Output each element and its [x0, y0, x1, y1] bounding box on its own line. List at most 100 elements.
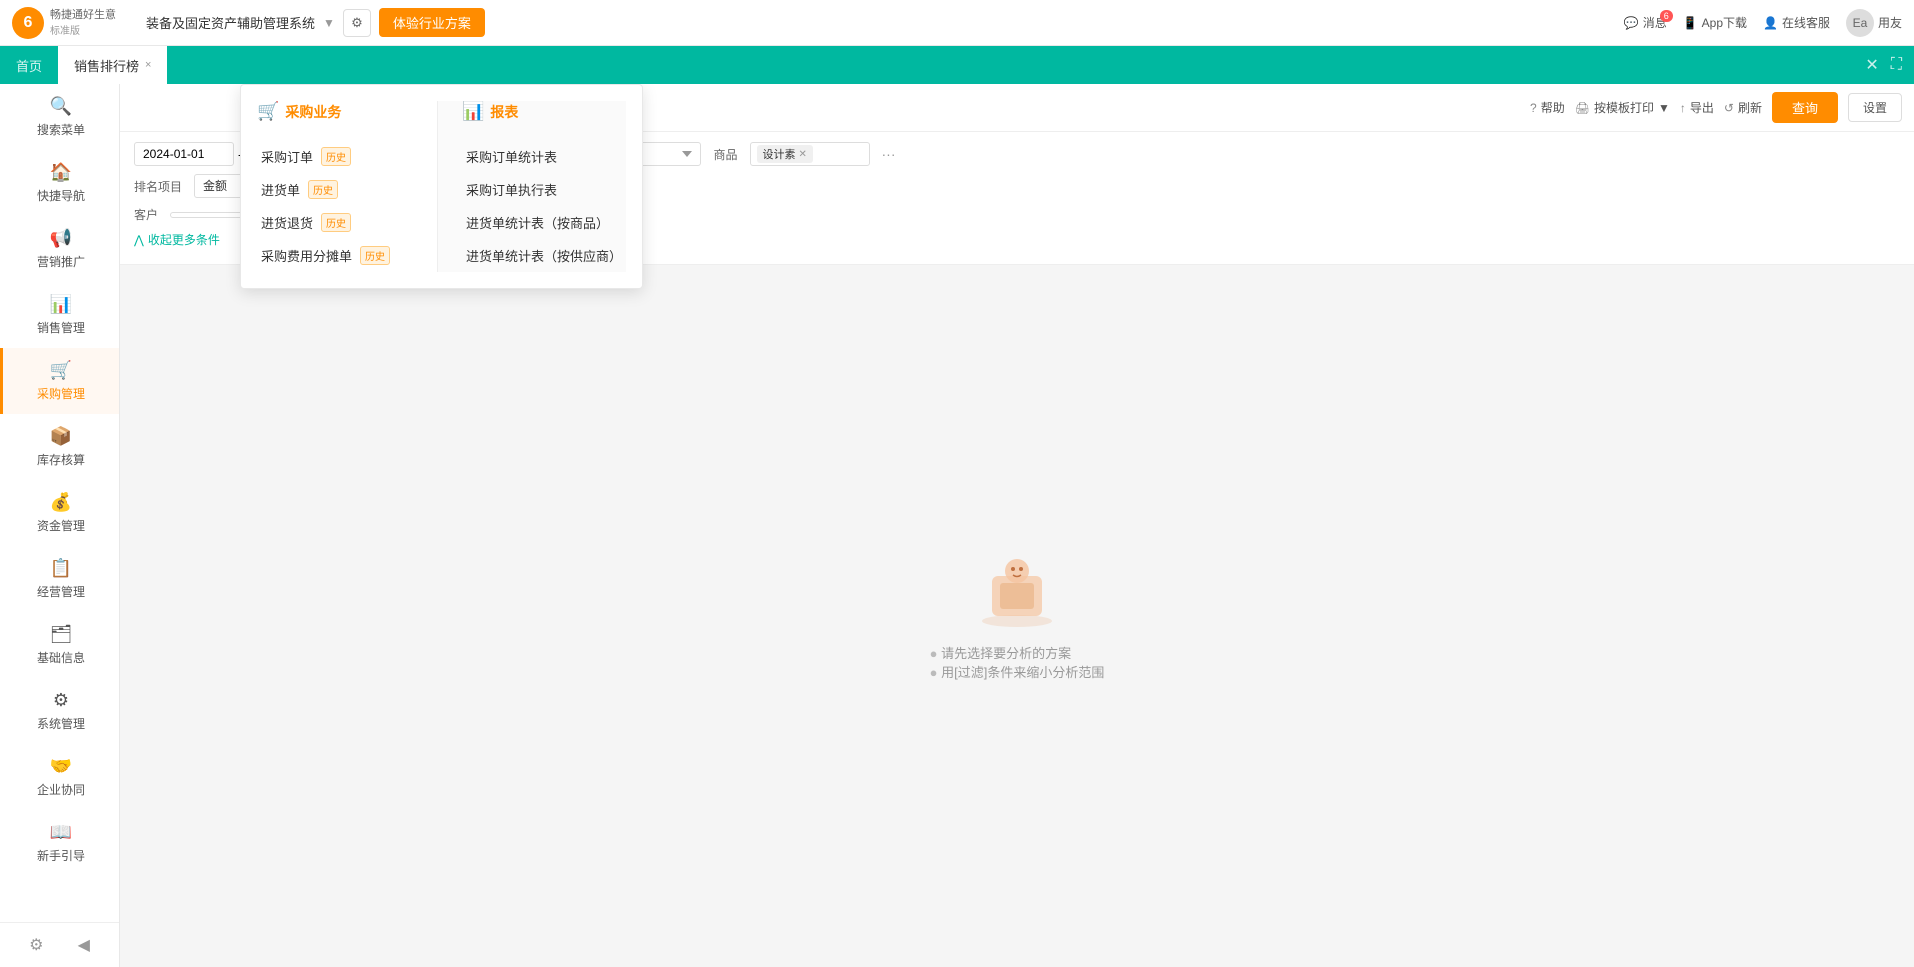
sidebar-icon-sales: 📊: [50, 294, 72, 315]
sidebar-item-guide[interactable]: 📖 新手引导: [0, 810, 119, 876]
sidebar-icon-operations: 📋: [50, 558, 72, 579]
report-item-1[interactable]: 采购订单执行表: [462, 173, 626, 206]
report-item-label-3: 进货单统计表（按供应商）: [466, 246, 622, 265]
industry-button[interactable]: 体验行业方案: [379, 8, 485, 37]
print-icon: 🖨: [1575, 101, 1590, 115]
goods-label: 商品: [713, 146, 737, 163]
tab-home[interactable]: 首页: [0, 46, 58, 84]
sidebar-settings-btn[interactable]: ⚙: [29, 935, 43, 955]
sidebar-label-inventory: 库存核算: [37, 451, 85, 468]
purchase-item-label-2: 进货退货: [261, 213, 313, 232]
main-content: ? 帮助 🖨 按模板打印 ▼ ↑ 导出 ↺ 刷新 查询 设置: [120, 84, 1914, 967]
layout: 🔍 搜索菜单 🏠快捷导航 📢 营销推广 📊 销售管理 🛒 采购管理 📦库存核算 💰 资金管理 📋经营管理…: [0, 84, 1914, 967]
nav-tabs: 首页 销售排行榜 × ✕ ⛶: [0, 46, 1914, 84]
sidebar-label-system: 系统管理: [37, 715, 85, 732]
refresh-icon: ↺: [1724, 101, 1734, 115]
settings-icon-btn[interactable]: ⚙: [343, 9, 371, 37]
message-btn[interactable]: 💬 消息 6: [1624, 14, 1667, 31]
print-btn[interactable]: 🖨 按模板打印 ▼: [1575, 99, 1670, 116]
purchase-item-0[interactable]: 采购订单历史: [257, 140, 397, 173]
sidebar-item-marketing[interactable]: 📢 营销推广: [0, 216, 119, 282]
sidebar-item-search[interactable]: 🔍 搜索菜单: [0, 84, 119, 150]
empty-tip-1: 请先选择要分析的方案: [930, 643, 1105, 662]
purchase-item-2[interactable]: 进货退货历史: [257, 206, 397, 239]
tab-close-all-icon[interactable]: ✕: [1865, 55, 1878, 75]
sidebar-label-finance: 资金管理: [37, 517, 85, 534]
system-title: 装备及固定资产辅助管理系统: [146, 13, 315, 32]
goods-tag: 设计素 ✕: [757, 145, 813, 163]
tab-close-btn[interactable]: ×: [145, 59, 151, 71]
purchase-item-3[interactable]: 采购费用分摊单历史: [257, 239, 397, 272]
report-section-icon: 📊: [462, 101, 484, 122]
sidebar-icon-enterprise: 🤝: [50, 756, 72, 777]
export-icon: ↑: [1680, 101, 1686, 115]
empty-tip-2: 用[过滤]条件来缩小分析范围: [930, 662, 1105, 681]
print-dropdown-arrow[interactable]: ▼: [1658, 101, 1670, 115]
help-btn[interactable]: ? 帮助: [1530, 99, 1565, 116]
sidebar-item-system[interactable]: ⚙ 系统管理: [0, 678, 119, 744]
sidebar-collapse-btn[interactable]: ◀: [78, 935, 90, 955]
topbar: 6 畅捷通好生意 标准版 装备及固定资产辅助管理系统 ▼ ⚙ 体验行业方案 💬 …: [0, 0, 1914, 46]
tabs-right-controls: ✕ ⛶: [1865, 55, 1914, 75]
logo-text: 畅捷通好生意: [50, 8, 116, 22]
sidebar-item-sales[interactable]: 📊 销售管理: [0, 282, 119, 348]
sidebar-label-search: 搜索菜单: [37, 121, 85, 138]
service-label: 在线客服: [1782, 14, 1830, 31]
purchase-item-1[interactable]: 进货单历史: [257, 173, 397, 206]
sidebar-item-operations[interactable]: 📋经营管理: [0, 546, 119, 612]
settings-button[interactable]: 设置: [1848, 93, 1902, 122]
sidebar-icon-purchase: 🛒: [50, 360, 72, 381]
report-item-0[interactable]: 采购订单统计表: [462, 140, 626, 173]
message-badge: 6: [1660, 10, 1673, 22]
goods-tag-close[interactable]: ✕: [799, 149, 807, 160]
sidebar-item-quick[interactable]: 🏠快捷导航: [0, 150, 119, 216]
sidebar-label-purchase: 采购管理: [37, 385, 85, 402]
sidebar-icon-system: ⚙: [53, 690, 69, 711]
sidebar-item-inventory[interactable]: 📦库存核算: [0, 414, 119, 480]
report-section: 📊 报表 采购订单统计表采购订单执行表进货单统计表（按商品）进货单统计表（按供应…: [437, 101, 626, 272]
goods-more-btn[interactable]: ···: [882, 146, 896, 162]
topbar-right: 💬 消息 6 📱 App下载 👤 在线客服 Ea 用友: [1624, 9, 1902, 37]
logo-area: 6 畅捷通好生意 标准版: [12, 7, 132, 39]
report-item-3[interactable]: 进货单统计表（按供应商）: [462, 239, 626, 272]
sidebar-icon-basic: 🗂: [50, 624, 73, 645]
sidebar: 🔍 搜索菜单 🏠快捷导航 📢 营销推广 📊 销售管理 🛒 采购管理 📦库存核算 💰 资金管理 📋经营管理…: [0, 84, 120, 967]
purchase-item-label-1: 进货单: [261, 180, 300, 199]
sidebar-item-enterprise[interactable]: 🤝企业协同: [0, 744, 119, 810]
app-download-btn[interactable]: 📱 App下载: [1683, 14, 1747, 31]
hist-badge-1: 历史: [308, 180, 338, 199]
sidebar-icon-guide: 📖: [50, 822, 72, 843]
report-item-2[interactable]: 进货单统计表（按商品）: [462, 206, 626, 239]
sidebar-label-guide: 新手引导: [37, 847, 85, 864]
user-avatar: Ea: [1846, 9, 1874, 37]
report-item-label-2: 进货单统计表（按商品）: [466, 213, 609, 232]
service-icon: 👤: [1763, 16, 1778, 30]
sidebar-label-marketing: 营销推广: [37, 253, 85, 270]
online-service-btn[interactable]: 👤 在线客服: [1763, 14, 1830, 31]
tab-sales-rank[interactable]: 销售排行榜 ×: [58, 46, 167, 84]
sidebar-icon-marketing: 📢: [50, 228, 72, 249]
sidebar-icon-finance: 💰: [50, 492, 72, 513]
tab-expand-icon[interactable]: ⛶: [1891, 56, 1902, 74]
purchase-section: 🛒 采购业务 采购订单历史进货单历史进货退货历史采购费用分摊单历史: [257, 101, 397, 272]
message-icon: 💬: [1624, 16, 1639, 30]
refresh-btn[interactable]: ↺ 刷新: [1724, 99, 1762, 116]
sidebar-item-basic[interactable]: 🗂基础信息: [0, 612, 119, 678]
query-button[interactable]: 查询: [1772, 92, 1838, 123]
sidebar-label-sales: 销售管理: [37, 319, 85, 336]
logo-icon: 6: [12, 7, 44, 39]
app-icon: 📱: [1683, 16, 1698, 30]
export-btn[interactable]: ↑ 导出: [1680, 99, 1714, 116]
goods-tag-input[interactable]: 设计素 ✕: [750, 142, 870, 166]
sidebar-icon-search: 🔍: [50, 96, 72, 117]
logo-badge: 标准版: [50, 22, 116, 37]
report-item-label-1: 采购订单执行表: [466, 180, 557, 199]
system-dropdown-arrow[interactable]: ▼: [323, 16, 335, 30]
topbar-middle: 装备及固定资产辅助管理系统 ▼ ⚙ 体验行业方案: [142, 8, 1614, 37]
app-label: App下载: [1702, 14, 1747, 31]
sidebar-item-finance[interactable]: 💰 资金管理: [0, 480, 119, 546]
date-start-input[interactable]: [134, 142, 234, 166]
sidebar-item-purchase[interactable]: 🛒 采购管理: [0, 348, 119, 414]
user-btn[interactable]: Ea 用友: [1846, 9, 1902, 37]
sidebar-label-quick: 快捷导航: [37, 187, 85, 204]
